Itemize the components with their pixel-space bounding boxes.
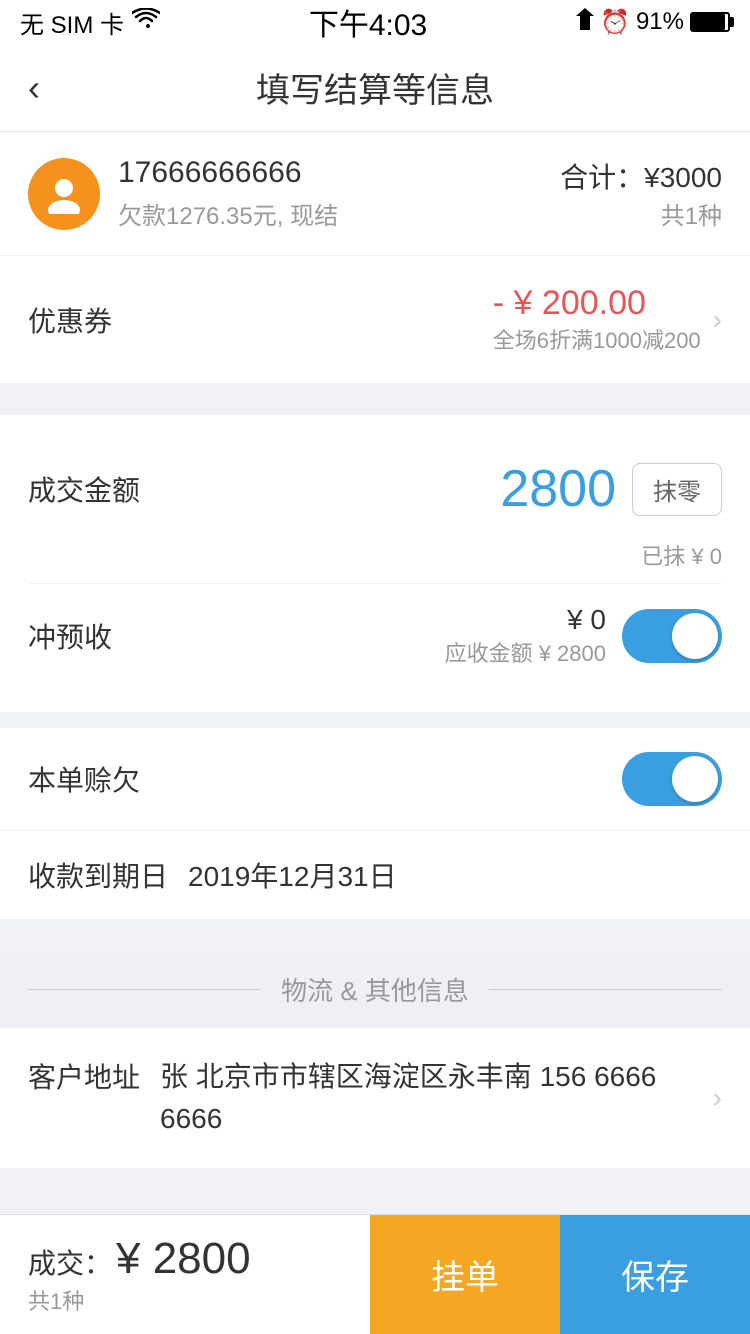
status-bar: 无 SIM 卡 下午4:03 ⏰ 91% <box>0 0 750 44</box>
status-right: ⏰ 91% <box>576 8 730 37</box>
amount-value: 2800 <box>500 459 616 519</box>
back-button[interactable]: ‹ <box>28 67 40 109</box>
separator-2 <box>0 712 750 728</box>
customer-left: 17666666666 欠款1276.35元, 现结 <box>28 156 338 231</box>
divider-line-left <box>28 989 261 990</box>
charge-right: ¥ 0 应收金额 ¥ 2800 <box>445 604 722 668</box>
footer-total-label: 成交： <box>28 1242 112 1282</box>
due-date-value: 2019年12月31日 <box>188 855 397 895</box>
charge-value: ¥ 0 <box>445 604 606 636</box>
coupon-desc: 全场6折满1000减200 <box>493 323 701 355</box>
logistics-divider: 物流 & 其他信息 <box>0 951 750 1028</box>
round-button[interactable]: 抹零 <box>632 463 722 516</box>
customer-row: 17666666666 欠款1276.35元, 现结 合计：¥3000 共1种 <box>0 132 750 256</box>
footer-count: 共1种 <box>28 1284 342 1316</box>
logistics-label: 物流 & 其他信息 <box>281 971 469 1008</box>
footer-total-row: 成交： ¥ 2800 <box>28 1234 342 1284</box>
avatar <box>28 158 100 230</box>
customer-phone: 17666666666 <box>118 156 338 190</box>
customer-right: 合计：¥3000 共1种 <box>560 156 722 231</box>
debt-section: 本单赊欠 收款到期日 2019年12月31日 <box>0 728 750 919</box>
status-left: 无 SIM 卡 <box>20 5 160 40</box>
debt-row: 本单赊欠 <box>0 728 750 830</box>
charge-value-block: ¥ 0 应收金额 ¥ 2800 <box>445 604 606 668</box>
battery-percentage: 91% <box>636 8 684 36</box>
coupon-label: 优惠券 <box>28 300 112 340</box>
footer-total-value: ¥ 2800 <box>116 1234 251 1284</box>
customer-section: 17666666666 欠款1276.35元, 现结 合计：¥3000 共1种 … <box>0 132 750 383</box>
toggle-knob <box>672 613 718 659</box>
coupon-row[interactable]: 优惠券 - ¥ 200.00 全场6折满1000减200 › <box>0 256 750 383</box>
footer: 成交： ¥ 2800 共1种 挂单 保存 <box>0 1214 750 1334</box>
alarm-icon: ⏰ <box>600 8 630 37</box>
coupon-chevron: › <box>713 304 722 336</box>
address-row[interactable]: 客户地址 张 北京市市辖区海淀区永丰南 156 6666 6666 › <box>0 1028 750 1168</box>
address-label: 客户地址 <box>28 1056 140 1096</box>
charge-row: 冲预收 ¥ 0 应收金额 ¥ 2800 <box>28 583 722 688</box>
amount-label: 成交金额 <box>28 469 140 509</box>
wifi-icon <box>132 8 160 37</box>
charge-label: 冲预收 <box>28 616 112 656</box>
amount-section: 成交金额 2800 抹零 已抹 ¥ 0 冲预收 ¥ 0 应收金额 ¥ 2800 <box>0 415 750 712</box>
coupon-amount: - ¥ 200.00 <box>493 284 701 323</box>
debt-toggle[interactable] <box>622 752 722 806</box>
footer-info: 成交： ¥ 2800 共1种 <box>0 1234 370 1316</box>
customer-debt: 欠款1276.35元, 现结 <box>118 196 338 231</box>
separator-3 <box>0 935 750 951</box>
charge-toggle[interactable] <box>622 609 722 663</box>
amount-row: 成交金额 2800 抹零 <box>28 439 722 539</box>
status-time: 下午4:03 <box>309 0 427 44</box>
coupon-right: - ¥ 200.00 全场6折满1000减200 › <box>493 284 722 355</box>
debt-label: 本单赊欠 <box>28 759 140 799</box>
due-date-row: 收款到期日 2019年12月31日 <box>0 830 750 919</box>
hang-button[interactable]: 挂单 <box>370 1215 560 1334</box>
due-date-label: 收款到期日 <box>28 855 168 895</box>
amount-sub: 已抹 ¥ 0 <box>28 539 722 583</box>
carrier-text: 无 SIM 卡 <box>20 5 124 40</box>
save-button[interactable]: 保存 <box>560 1215 750 1334</box>
coupon-info: - ¥ 200.00 全场6折满1000减200 <box>493 284 701 355</box>
separator-1 <box>0 399 750 415</box>
amount-right: 2800 抹零 <box>500 459 722 519</box>
customer-count: 共1种 <box>560 196 722 231</box>
address-chevron: › <box>713 1082 722 1114</box>
customer-info: 17666666666 欠款1276.35元, 现结 <box>118 156 338 231</box>
page-title: 填写结算等信息 <box>256 63 494 112</box>
address-value: 张 北京市市辖区海淀区永丰南 156 6666 6666 <box>160 1056 701 1140</box>
debt-toggle-knob <box>672 756 718 802</box>
charge-sub: 应收金额 ¥ 2800 <box>445 636 606 668</box>
nav-bar: ‹ 填写结算等信息 <box>0 44 750 132</box>
battery-icon <box>690 12 730 32</box>
customer-total: 合计：¥3000 <box>560 156 722 196</box>
location-icon <box>576 8 594 37</box>
divider-line-right <box>489 989 722 990</box>
